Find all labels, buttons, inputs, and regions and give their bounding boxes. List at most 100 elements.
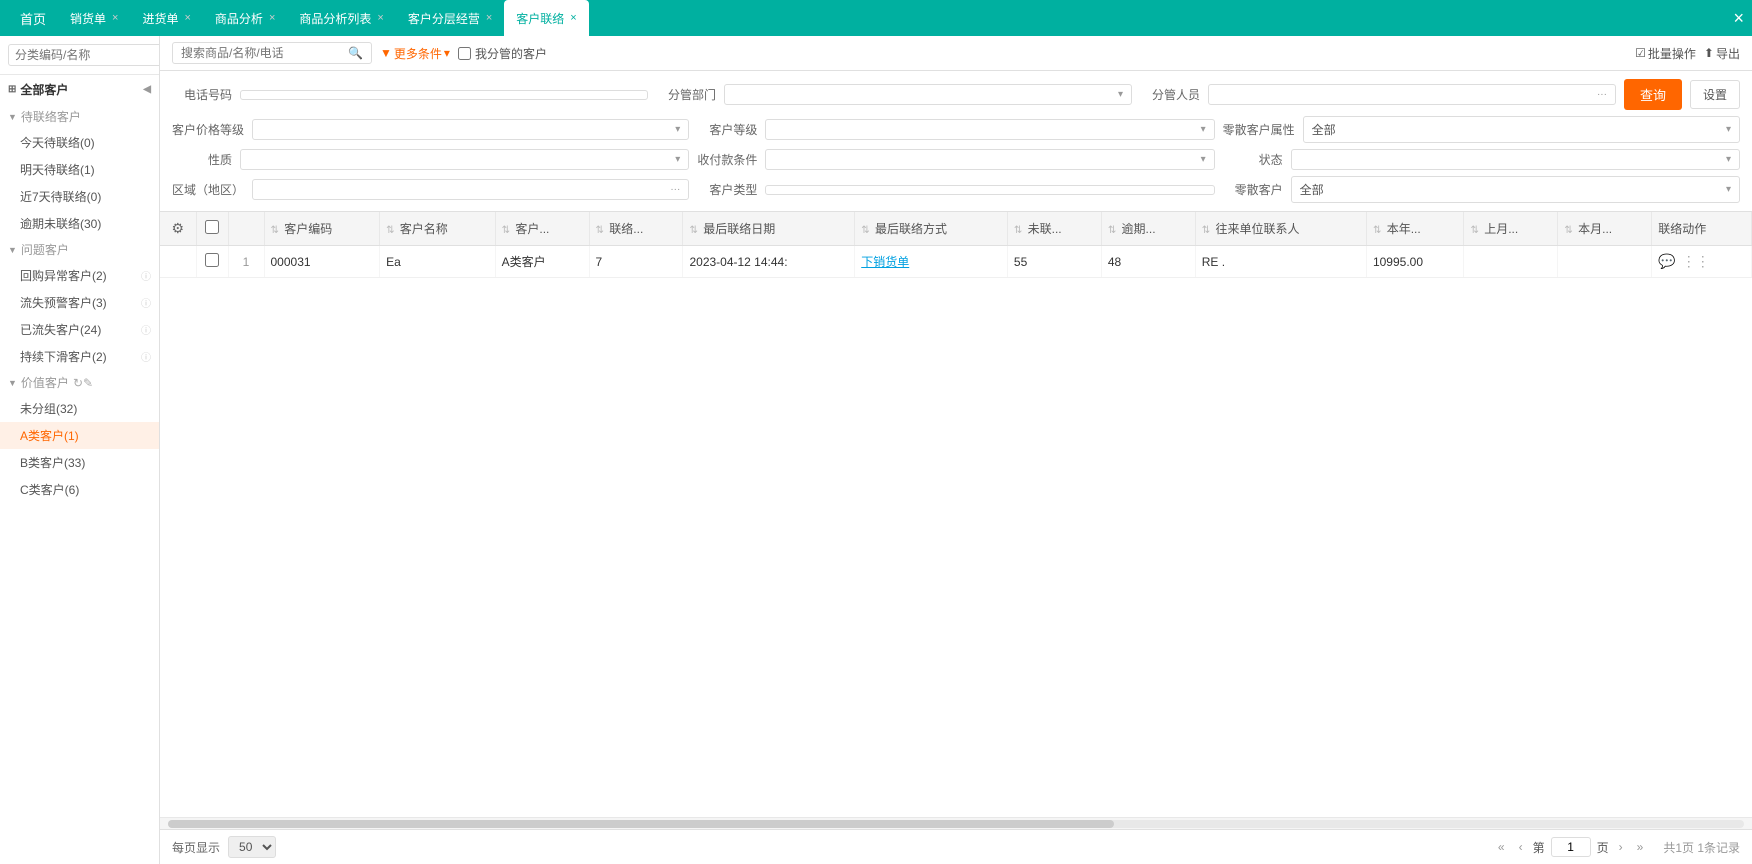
row-unit-contact-cell: RE . (1195, 246, 1366, 278)
close-customer-contact-tab[interactable]: × (570, 12, 576, 24)
retail-customer-select[interactable]: 全部 ▾ (1291, 176, 1740, 203)
last-page-btn[interactable]: » (1633, 838, 1648, 856)
main-search-icon[interactable]: 🔍 (348, 46, 363, 60)
next-page-btn[interactable]: › (1615, 838, 1627, 856)
sidebar-item-repurchase-abnormal[interactable]: 回购异常客户(2) ⓘ (0, 262, 159, 289)
sidebar-item-no-group[interactable]: 未分组(32) (0, 395, 159, 422)
sidebar-group-problem[interactable]: ▼ 问题客户 (0, 237, 159, 262)
prev-page-btn[interactable]: ‹ (1515, 838, 1527, 856)
more-action-icon[interactable]: ⋮⋮ (1682, 253, 1710, 270)
not-contact-column-header: ⇅ 未联... (1007, 212, 1101, 246)
last-month-column-header: ⇅ 上月... (1464, 212, 1558, 246)
this-year-column-header: ⇅ 本年... (1366, 212, 1464, 246)
nav-purchase[interactable]: 进货单 × (130, 0, 202, 36)
customer-grade-field: 客户等级 ▾ (697, 119, 1214, 140)
close-customer-tier-tab[interactable]: × (486, 12, 492, 24)
query-button[interactable]: 查询 (1624, 79, 1682, 110)
select-all-checkbox[interactable] (205, 220, 219, 234)
my-customers-checkbox[interactable]: 我分管的客户 (458, 45, 547, 62)
scroll-thumb[interactable] (168, 820, 1114, 828)
sidebar-item-tomorrow[interactable]: 明天待联络(1) (0, 156, 159, 183)
sidebar-group-pending[interactable]: ▼ 待联络客户 (0, 104, 159, 129)
phone-input[interactable] (240, 90, 648, 100)
chevron-down-icon: ▾ (1726, 124, 1731, 135)
my-customers-check[interactable] (458, 47, 471, 60)
sort-icon[interactable]: ⇅ (1108, 225, 1116, 236)
sidebar-search-input[interactable] (8, 44, 160, 66)
sort-icon[interactable]: ⇅ (861, 225, 869, 236)
setting-button[interactable]: 设置 (1690, 80, 1740, 109)
retail-customer-field: 零散客户 全部 ▾ (1223, 176, 1740, 203)
sidebar-item-today[interactable]: 今天待联络(0) (0, 129, 159, 156)
sort-icon[interactable]: ⇅ (1202, 225, 1210, 236)
all-customers-header[interactable]: ⊞ 全部客户 ◀ (0, 75, 159, 104)
row-last-date-cell: 2023-04-12 14:44: (683, 246, 855, 278)
nav-sales[interactable]: 销货单 × (58, 0, 130, 36)
sidebar-collapse-icon[interactable]: ◀ (143, 84, 151, 95)
close-purchase-tab[interactable]: × (184, 12, 190, 24)
close-product-list-tab[interactable]: × (377, 12, 383, 24)
sort-icon[interactable]: ⇅ (689, 225, 697, 236)
refresh-icon[interactable]: ↻ (73, 376, 83, 390)
row-checkbox[interactable] (205, 253, 219, 267)
page-input[interactable] (1551, 837, 1591, 857)
message-action-icon[interactable]: 💬 (1658, 253, 1675, 270)
chevron-down-icon: ▾ (675, 154, 680, 165)
sidebar-item-b-class[interactable]: B类客户(33) (0, 449, 159, 476)
sidebar-item-overdue[interactable]: 逾期未联络(30) (0, 210, 159, 237)
sort-icon[interactable]: ⇅ (1564, 225, 1572, 236)
close-product-analysis-tab[interactable]: × (269, 12, 275, 24)
batch-operation-btn[interactable]: ☑ 批量操作 (1635, 45, 1696, 62)
region-input[interactable]: ··· (252, 179, 689, 200)
customer-type-input[interactable] (765, 185, 1214, 195)
manager-field: 分管人员 ··· (1140, 84, 1616, 105)
sidebar-item-churned[interactable]: 已流失客户(24) ⓘ (0, 316, 159, 343)
close-all-tabs[interactable]: × (1733, 8, 1744, 29)
nav-home[interactable]: 首页 (8, 0, 58, 36)
sort-icon[interactable]: ⇅ (271, 225, 279, 236)
sort-icon[interactable]: ⇅ (1373, 225, 1381, 236)
price-grade-label: 客户价格等级 (172, 121, 244, 138)
filter-row-3: 性质 ▾ 收付款条件 ▾ 状态 (172, 149, 1740, 170)
arrow-icon: ▼ (8, 378, 17, 388)
status-select[interactable]: ▾ (1291, 149, 1740, 170)
main-search-input[interactable] (181, 46, 348, 60)
sort-icon[interactable]: ⇅ (1014, 225, 1022, 236)
row-index-cell: 1 (228, 246, 264, 278)
dept-select[interactable]: ▾ (724, 84, 1132, 105)
last-method-link[interactable]: 下销货单 (861, 255, 909, 269)
price-grade-select[interactable]: ▾ (252, 119, 689, 140)
settings-icon[interactable]: ⚙ (171, 220, 184, 236)
manager-input[interactable]: ··· (1208, 84, 1616, 105)
payment-field: 收付款条件 ▾ (697, 149, 1214, 170)
sidebar-item-churn-warning[interactable]: 流失预警客户(3) ⓘ (0, 289, 159, 316)
sidebar-item-7days[interactable]: 近7天待联络(0) (0, 183, 159, 210)
edit-icon[interactable]: ✎ (83, 376, 93, 390)
per-page-select[interactable]: 50 (228, 836, 276, 858)
nature-select[interactable]: ▾ (240, 149, 689, 170)
customer-grade-select[interactable]: ▾ (765, 119, 1214, 140)
sort-icon[interactable]: ⇅ (386, 225, 394, 236)
sidebar-item-c-class[interactable]: C类客户(6) (0, 476, 159, 503)
nav-customer-tier[interactable]: 客户分层经营 × (396, 0, 504, 36)
more-filters-btn[interactable]: ▼ 更多条件 ▾ (380, 45, 450, 62)
payment-select[interactable]: ▾ (765, 149, 1214, 170)
first-page-btn[interactable]: « (1494, 838, 1509, 856)
sidebar-group-value[interactable]: ▼ 价值客户 ↻ ✎ (0, 370, 159, 395)
sort-icon[interactable]: ⇅ (502, 225, 510, 236)
nav-product-analysis[interactable]: 商品分析 × (203, 0, 287, 36)
retail-attr-select[interactable]: 全部 ▾ (1303, 116, 1740, 143)
sidebar-item-declining[interactable]: 持续下滑客户(2) ⓘ (0, 343, 159, 370)
grade-column-header: ⇅ 客户... (495, 212, 589, 246)
export-btn[interactable]: ⬆ 导出 (1704, 45, 1740, 62)
nav-customer-contact[interactable]: 客户联络 × (504, 0, 588, 36)
pagination: « ‹ 第 页 › » (1494, 837, 1647, 857)
phone-label: 电话号码 (172, 86, 232, 103)
sort-icon[interactable]: ⇅ (1470, 225, 1478, 236)
row-actions: 💬 ⋮⋮ (1658, 253, 1745, 270)
nav-product-analysis-list[interactable]: 商品分析列表 × (287, 0, 395, 36)
close-sales-tab[interactable]: × (112, 12, 118, 24)
row-contact-cell: 7 (589, 246, 683, 278)
sidebar-item-a-class[interactable]: A类客户(1) (0, 422, 159, 449)
sort-icon[interactable]: ⇅ (596, 225, 604, 236)
